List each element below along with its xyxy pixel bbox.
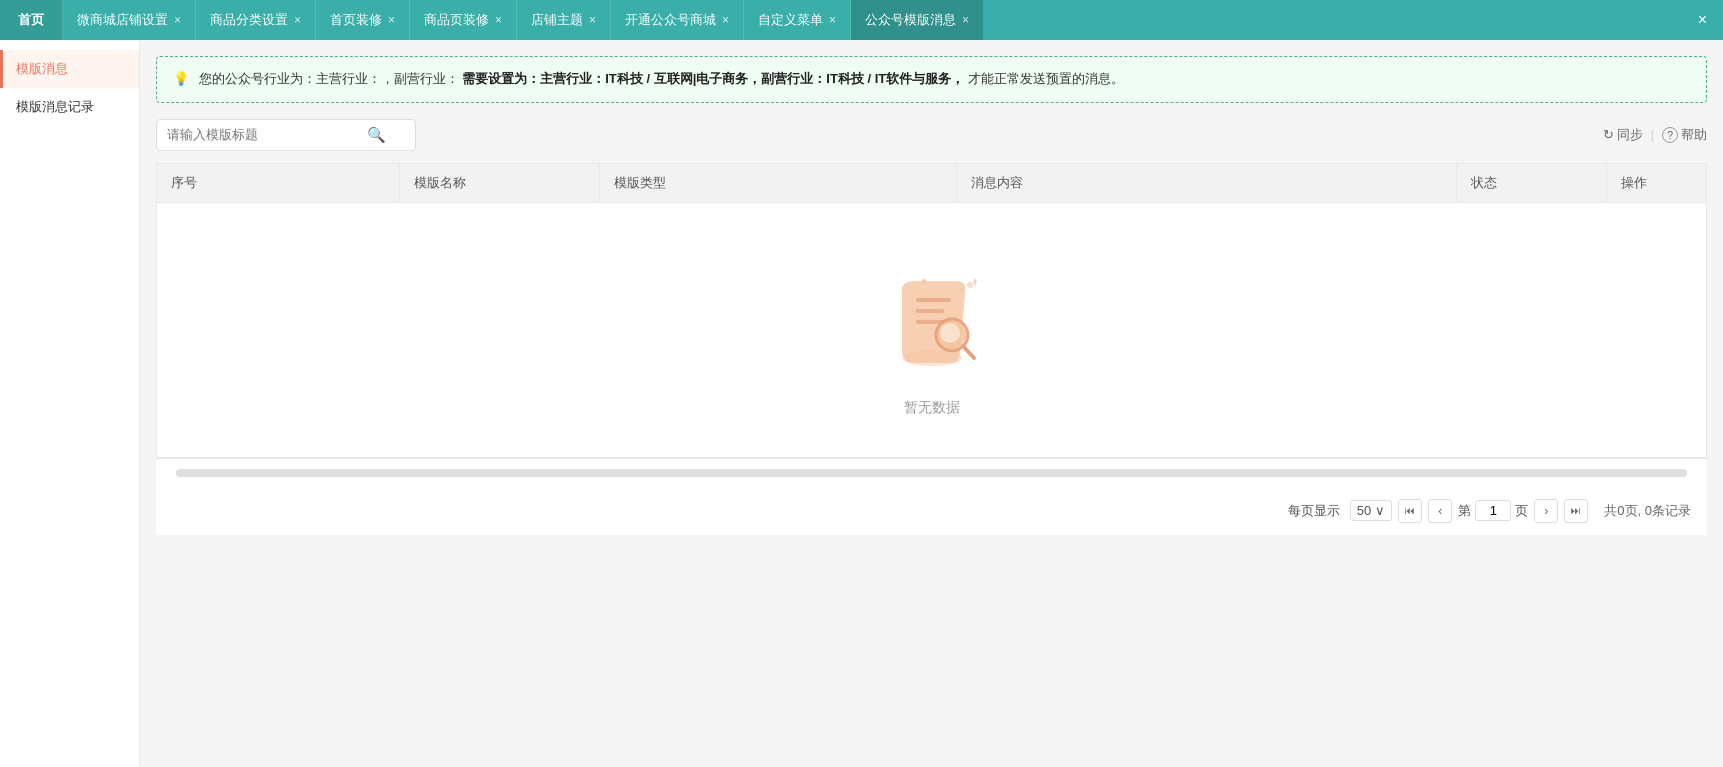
svg-point-8 <box>967 282 973 288</box>
tab-custom-menu-label: 自定义菜单 <box>758 11 823 29</box>
sidebar-item-template-log-label: 模版消息记录 <box>16 99 94 114</box>
tab-open-mall[interactable]: 开通公众号商城 × <box>611 0 744 40</box>
page-next-button[interactable]: › <box>1534 499 1558 523</box>
page-number-input[interactable] <box>1475 500 1511 521</box>
notice-banner: 💡 您的公众号行业为：主营行业：，副营行业： 需要设置为：主营行业：IT科技 /… <box>156 56 1707 103</box>
empty-state: 暂无数据 <box>157 203 1706 457</box>
empty-text: 暂无数据 <box>904 399 960 417</box>
search-icon[interactable]: 🔍 <box>367 126 386 144</box>
sync-button[interactable]: ↻ 同步 <box>1603 126 1643 144</box>
horizontal-scrollbar[interactable] <box>176 469 1687 477</box>
tab-home[interactable]: 首页 <box>0 0 63 40</box>
tab-open-mall-label: 开通公众号商城 <box>625 11 716 29</box>
help-icon: ? <box>1662 127 1678 143</box>
sidebar: 模版消息 模版消息记录 <box>0 40 140 767</box>
table-header-row: 序号 模版名称 模版类型 消息内容 状态 <box>157 163 1707 202</box>
table-container: 序号 模版名称 模版类型 消息内容 状态 <box>156 163 1707 458</box>
svg-line-6 <box>963 346 974 358</box>
tab-bar: 首页 微商城店铺设置 × 商品分类设置 × 首页装修 × 商品页装修 × 店铺主… <box>0 0 1723 40</box>
tab-store-theme[interactable]: 店铺主题 × <box>517 0 611 40</box>
tab-product-decor-close[interactable]: × <box>495 13 502 27</box>
tab-microshop-label: 微商城店铺设置 <box>77 11 168 29</box>
empty-state-row: 暂无数据 <box>157 202 1707 457</box>
svg-point-7 <box>922 279 926 283</box>
tab-homepage-decor-label: 首页装修 <box>330 11 382 29</box>
page-input-wrap: 第 页 <box>1458 500 1528 521</box>
page-label-prefix: 第 <box>1458 502 1471 520</box>
help-button[interactable]: ? 帮助 <box>1662 126 1707 144</box>
tab-microshop[interactable]: 微商城店铺设置 × <box>63 0 196 40</box>
data-table: 序号 模版名称 模版类型 消息内容 状态 <box>156 163 1707 458</box>
page-prev-button[interactable]: ‹ <box>1428 499 1452 523</box>
help-label: 帮助 <box>1681 126 1707 144</box>
main-layout: 模版消息 模版消息记录 💡 您的公众号行业为：主营行业：，副营行业： 需要设置为… <box>0 40 1723 767</box>
page-first-button[interactable]: ⏮ <box>1398 499 1422 523</box>
total-info: 共0页, 0条记录 <box>1604 502 1691 520</box>
tab-custom-menu[interactable]: 自定义菜单 × <box>744 0 851 40</box>
table-body: 暂无数据 <box>157 202 1707 457</box>
page-size-dropdown-icon: ∨ <box>1375 503 1385 518</box>
page-last-button[interactable]: ⏭ <box>1564 499 1588 523</box>
tab-store-theme-label: 店铺主题 <box>531 11 583 29</box>
svg-rect-1 <box>916 298 951 302</box>
search-input-wrap[interactable]: 🔍 <box>156 119 416 151</box>
col-header-index: 序号 <box>157 163 400 202</box>
page-size-value: 50 <box>1357 503 1371 518</box>
tab-homepage-decor[interactable]: 首页装修 × <box>316 0 410 40</box>
page-label-suffix: 页 <box>1515 502 1528 520</box>
toolbar-divider: | <box>1651 127 1654 142</box>
svg-rect-2 <box>916 309 944 313</box>
tab-template-msg-label: 公众号模版消息 <box>865 11 956 29</box>
tab-open-mall-close[interactable]: × <box>722 13 729 27</box>
global-close-button[interactable]: × <box>1682 11 1723 29</box>
notice-suffix: 才能正常发送预置的消息。 <box>968 71 1124 86</box>
content-area: 💡 您的公众号行业为：主营行业：，副营行业： 需要设置为：主营行业：IT科技 /… <box>140 40 1723 767</box>
sync-icon: ↻ <box>1603 127 1614 142</box>
notice-prefix: 您的公众号行业为：主营行业：，副营行业： <box>199 71 459 86</box>
sync-label: 同步 <box>1617 126 1643 144</box>
pagination: 每页显示 50 ∨ ⏮ ‹ 第 页 › ⏭ 共0页, 0条记录 <box>156 487 1707 535</box>
tab-product-decor[interactable]: 商品页装修 × <box>410 0 517 40</box>
scrollbar-area[interactable] <box>156 458 1707 487</box>
notice-highlight: 需要设置为：主营行业：IT科技 / 互联网|电子商务，副营行业：IT科技 / I… <box>462 71 964 86</box>
search-bar: 🔍 ↻ 同步 | ? 帮助 <box>156 119 1707 151</box>
page-size-select[interactable]: 50 ∨ <box>1350 500 1392 521</box>
col-header-type: 模版类型 <box>599 163 956 202</box>
col-header-content: 消息内容 <box>957 163 1457 202</box>
tab-category-label: 商品分类设置 <box>210 11 288 29</box>
tab-category[interactable]: 商品分类设置 × <box>196 0 316 40</box>
sidebar-item-template-message-label: 模版消息 <box>16 61 68 76</box>
tab-product-decor-label: 商品页装修 <box>424 11 489 29</box>
tab-home-label: 首页 <box>18 11 44 29</box>
tab-template-msg[interactable]: 公众号模版消息 × <box>851 0 984 40</box>
page-size-label: 每页显示 <box>1288 502 1340 520</box>
sidebar-item-template-log[interactable]: 模版消息记录 <box>0 88 139 126</box>
tab-store-theme-close[interactable]: × <box>589 13 596 27</box>
search-input[interactable] <box>167 127 367 142</box>
col-header-name: 模版名称 <box>399 163 599 202</box>
tab-custom-menu-close[interactable]: × <box>829 13 836 27</box>
col-header-status: 状态 <box>1457 163 1607 202</box>
empty-illustration <box>872 263 992 383</box>
tab-category-close[interactable]: × <box>294 13 301 27</box>
toolbar-right: ↻ 同步 | ? 帮助 <box>1603 126 1707 144</box>
sidebar-item-template-message[interactable]: 模版消息 <box>0 50 139 88</box>
tab-homepage-decor-close[interactable]: × <box>388 13 395 27</box>
tab-microshop-close[interactable]: × <box>174 13 181 27</box>
tab-template-msg-close[interactable]: × <box>962 13 969 27</box>
col-header-action: 操作 <box>1607 163 1707 202</box>
svg-point-5 <box>940 323 960 343</box>
notice-icon: 💡 <box>173 71 189 86</box>
